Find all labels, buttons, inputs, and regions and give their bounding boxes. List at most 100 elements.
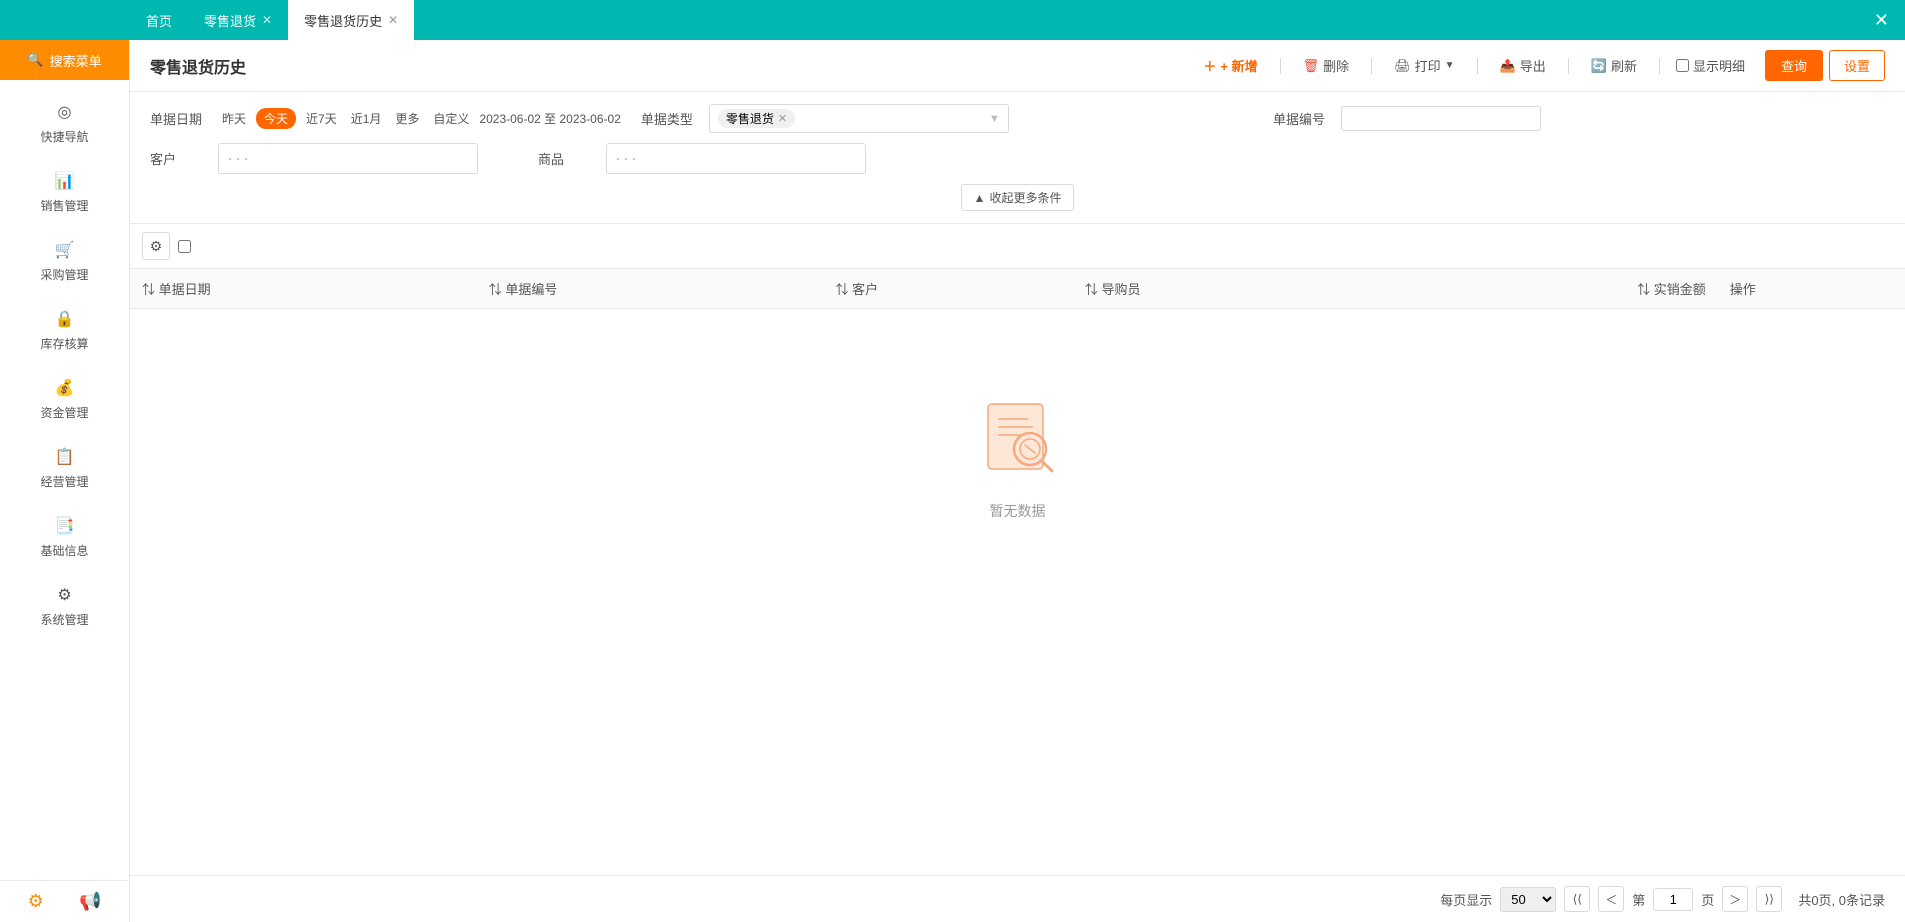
sidebar-label-basic-info: 基础信息 [40,542,88,559]
sys-mgmt-icon: ⚙ [53,583,77,607]
tab-close-retail-return[interactable]: ✕ [262,13,272,27]
collapse-up-icon: ▲ [974,191,986,205]
date-btn-自定义[interactable]: 自定义 [429,108,473,129]
sidebar-logo [0,0,130,40]
customer-label: 客户 [150,149,210,168]
col-header-action: 操作 [1718,269,1905,309]
tab-close-retail-return-history[interactable]: ✕ [388,13,398,27]
sidebar-item-basic-info[interactable]: 📑 基础信息 [0,502,129,571]
voucher-filter: 单据编号 [1273,106,1885,131]
speaker-icon[interactable]: 📢 [79,891,101,912]
print-icon: 🖨 [1394,58,1411,74]
prev-page-button[interactable]: ＜ [1598,886,1624,912]
filter-row-2: 客户 ··· 商品 ··· [150,143,1885,174]
collapse-button[interactable]: ▲ 收起更多条件 [961,184,1075,211]
sort-icon-date: ⇅ [142,282,155,297]
basic-info-icon: 📑 [53,514,77,538]
sidebar-item-finance[interactable]: 💰 资金管理 [0,364,129,433]
voucher-input[interactable] [1341,106,1541,131]
tab-home[interactable]: 首页 [130,0,188,40]
page-suffix: 页 [1701,890,1714,909]
table-section: ⚙ ⇅ 单据日期⇅ 单据编号⇅ 客户⇅ 导购员⇅ 实销金额操作 [130,224,1905,922]
table-wrapper: ⇅ 单据日期⇅ 单据编号⇅ 客户⇅ 导购员⇅ 实销金额操作 [130,269,1905,875]
content-area: 零售退货历史 ＋ + 新增 🗑 删除 🖨 打印 ▼ [130,40,1905,922]
total-info: 共0页, 0条记录 [1798,890,1885,909]
filter-dates: 昨天今天近7天近1月更多自定义 2023-06-02 至 2023-06-02 [218,108,621,129]
sidebar-search[interactable]: 🔍 搜索菜单 [0,40,129,80]
header-actions: ＋ + 新增 🗑 删除 🖨 打印 ▼ 📤 导出 [1197,50,1885,81]
export-button[interactable]: 📤 导出 [1494,52,1552,79]
sidebar-item-sales-mgmt[interactable]: 📊 销售管理 [0,157,129,226]
last-page-button[interactable]: ⟩⟩ [1756,886,1782,912]
page-input[interactable] [1653,888,1693,911]
empty-text: 暂无数据 [990,501,1046,521]
date-range-display: 2023-06-02 至 2023-06-02 [479,110,620,127]
sidebar-bottom: ⚙ 📢 [0,880,129,922]
tab-retail-return[interactable]: 零售退货 ✕ [188,0,288,40]
settings-icon[interactable]: ⚙ [28,891,44,912]
divider3 [1477,58,1478,74]
table-toolbar: ⚙ [130,224,1905,269]
date-btn-近1月[interactable]: 近1月 [347,108,386,129]
filter-panel: 单据日期 昨天今天近7天近1月更多自定义2023-06-02 至 2023-06… [130,92,1905,224]
sidebar-label-finance: 资金管理 [40,404,88,421]
customer-filter: 客户 ··· [150,143,478,174]
purchase-mgmt-icon: 🛒 [53,238,77,262]
date-btn-近7天[interactable]: 近7天 [302,108,341,129]
customer-placeholder: ··· [227,148,251,169]
voucher-label: 单据编号 [1273,109,1333,128]
col-header-amount[interactable]: ⇅ 实销金额 [1371,269,1718,309]
sidebar-label-quick-nav: 快捷导航 [40,128,88,145]
delete-button[interactable]: 🗑 删除 [1297,52,1356,79]
sidebar-item-inventory[interactable]: 🔒库存核算 [0,295,129,364]
table-head: ⇅ 单据日期⇅ 单据编号⇅ 客户⇅ 导购员⇅ 实销金额操作 [130,269,1905,309]
operations-icon: 📋 [53,445,77,469]
window-close-button[interactable]: ✕ [1874,10,1889,31]
collapse-row: ▲ 收起更多条件 [150,184,1885,211]
sidebar-nav: ◎快捷导航 📊 销售管理 🛒采购管理🔒库存核算 💰 资金管理 📋经营管理 📑 基础信息 ⚙系统管理 [0,80,129,880]
page-size-select[interactable]: 2050100 [1500,887,1556,912]
first-page-button[interactable]: ⟨⟨ [1564,886,1590,912]
sales-mgmt-icon: 📊 [53,169,77,193]
customer-select[interactable]: ··· [218,143,478,174]
type-filter: 单据类型 零售退货 ✕ ▼ [641,104,1253,133]
table-body: 暂无数据 [130,309,1905,602]
date-btn-昨天[interactable]: 昨天 [218,108,250,129]
select-all-checkbox[interactable] [178,240,191,253]
settings-filter-button[interactable]: 设置 [1829,50,1885,81]
per-page-label: 每页显示 [1440,890,1492,909]
goods-filter: 商品 ··· [538,143,866,174]
finance-icon: 💰 [53,376,77,400]
page-title: 零售退货历史 [150,54,246,78]
col-header-date[interactable]: ⇅ 单据日期 [130,269,477,309]
print-button[interactable]: 🖨 打印 ▼ [1388,52,1460,79]
sidebar-label-sales-mgmt: 销售管理 [40,197,88,214]
type-select[interactable]: 零售退货 ✕ ▼ [709,104,1009,133]
type-tag-close[interactable]: ✕ [778,112,787,125]
type-label: 单据类型 [641,109,701,128]
sidebar-item-purchase-mgmt[interactable]: 🛒采购管理 [0,226,129,295]
sort-icon-guide: ⇅ [1085,282,1098,297]
sidebar: 🔍 搜索菜单 ◎快捷导航 📊 销售管理 🛒采购管理🔒库存核算 💰 资金管理 📋经营管理 📑 基础… [0,40,130,922]
sidebar-item-sys-mgmt[interactable]: ⚙系统管理 [0,571,129,640]
column-settings-button[interactable]: ⚙ [142,232,170,260]
date-btn-更多[interactable]: 更多 [391,108,423,129]
type-select-chevron-icon: ▼ [989,113,1000,125]
goods-select[interactable]: ··· [606,143,866,174]
new-icon: ＋ [1203,56,1216,75]
divider5 [1659,58,1660,74]
divider4 [1568,58,1569,74]
sidebar-item-operations[interactable]: 📋经营管理 [0,433,129,502]
new-button[interactable]: ＋ + 新增 [1197,52,1263,79]
display-detail-check[interactable]: 显示明细 [1676,56,1745,75]
query-button[interactable]: 查询 [1765,50,1823,81]
refresh-button[interactable]: 🔄 刷新 [1585,52,1643,79]
col-header-number[interactable]: ⇅ 单据编号 [477,269,824,309]
next-page-button[interactable]: ＞ [1722,886,1748,912]
display-detail-checkbox[interactable] [1676,59,1689,72]
date-btn-今天[interactable]: 今天 [256,108,296,129]
col-header-customer[interactable]: ⇅ 客户 [824,269,1073,309]
sidebar-item-quick-nav[interactable]: ◎快捷导航 [0,88,129,157]
tab-retail-return-history[interactable]: 零售退货历史 ✕ [288,0,414,40]
col-header-guide[interactable]: ⇅ 导购员 [1073,269,1371,309]
